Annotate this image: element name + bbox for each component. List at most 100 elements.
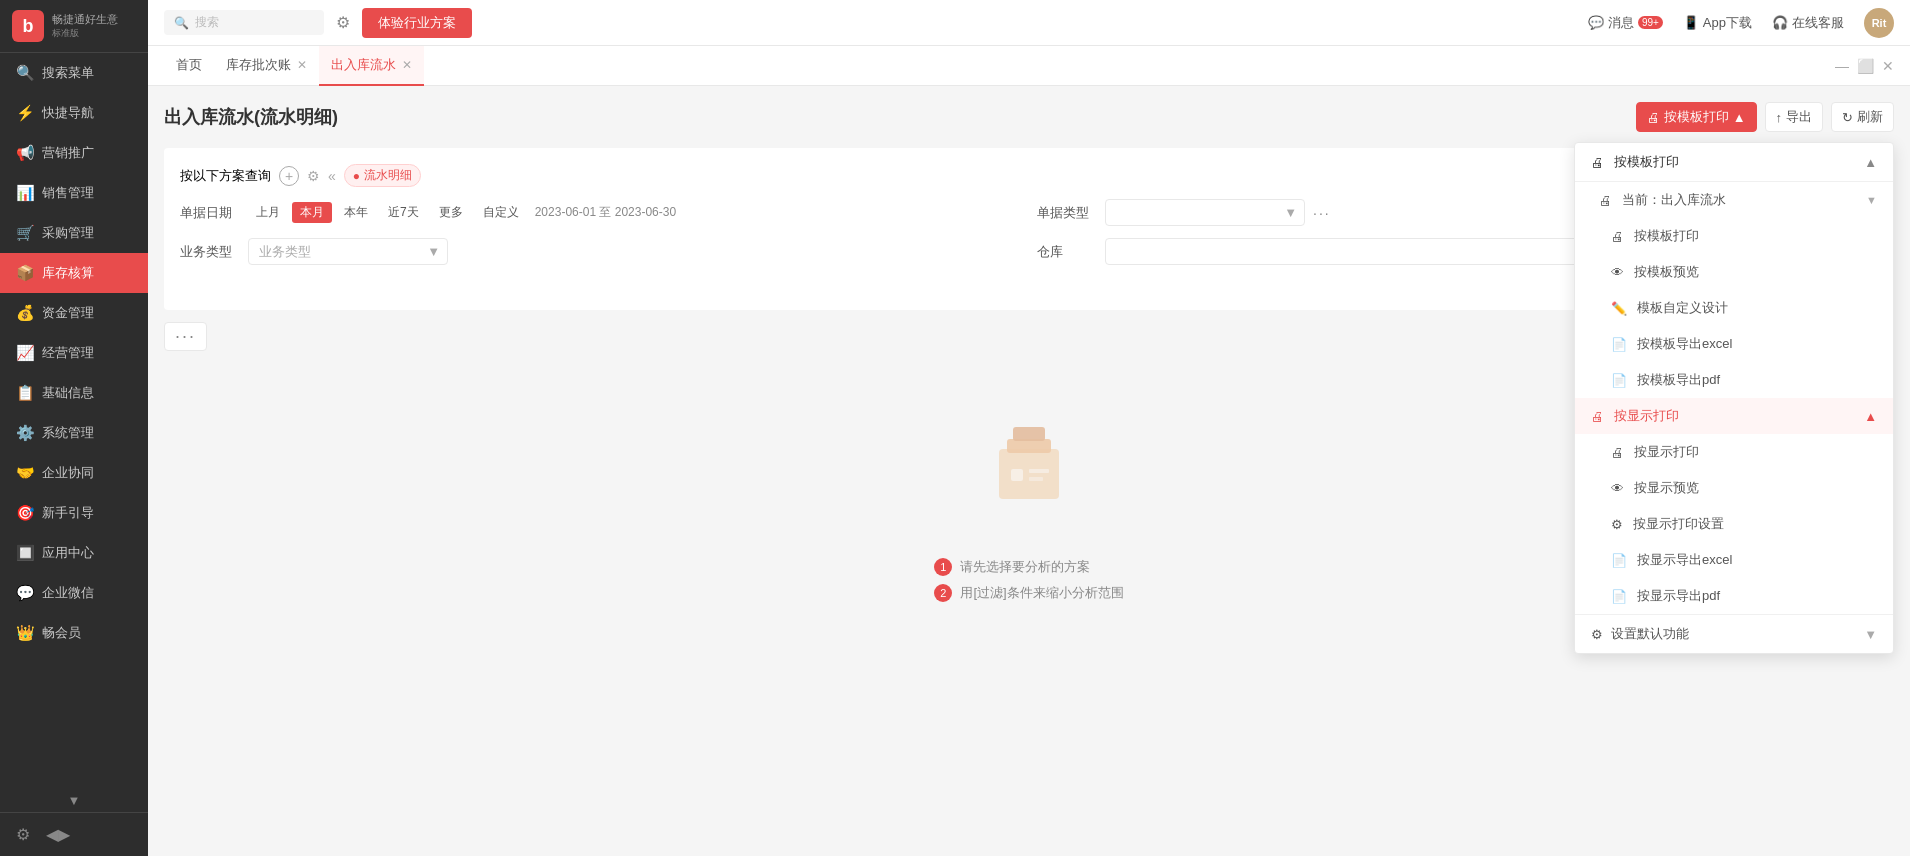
sidebar-item-guide[interactable]: 🎯 新手引导 bbox=[0, 493, 148, 533]
tab-stock-close[interactable]: ✕ bbox=[402, 58, 412, 72]
sales-icon: 📊 bbox=[16, 184, 34, 202]
headset-icon: 🎧 bbox=[1772, 15, 1788, 30]
tab-stock-flow[interactable]: 出入库流水 ✕ bbox=[319, 46, 424, 86]
sidebar-item-purchase[interactable]: 🛒 采购管理 bbox=[0, 213, 148, 253]
svg-rect-4 bbox=[1029, 469, 1049, 473]
dp-template-excel-icon: 📄 bbox=[1611, 337, 1627, 352]
tab-batch-account[interactable]: 库存批次账 ✕ bbox=[214, 46, 319, 86]
tab-window-controls: — ⬜ ✕ bbox=[1835, 58, 1894, 74]
filter-collapse-icon[interactable]: « bbox=[328, 168, 336, 184]
quick-nav-icon: ⚡ bbox=[16, 104, 34, 122]
sidebar-item-label: 基础信息 bbox=[42, 384, 94, 402]
logo-text-group: 畅捷通好生意 标准版 bbox=[52, 12, 118, 40]
wechat-icon: 💬 bbox=[16, 584, 34, 602]
sidebar-item-label: 应用中心 bbox=[42, 544, 94, 562]
sidebar-item-wechat[interactable]: 💬 企业微信 bbox=[0, 573, 148, 613]
empty-step-1: 1 请先选择要分析的方案 bbox=[934, 554, 1123, 580]
sidebar-item-app-center[interactable]: 🔲 应用中心 bbox=[0, 533, 148, 573]
sidebar-item-finance[interactable]: 💰 资金管理 bbox=[0, 293, 148, 333]
more-actions-dots[interactable]: ··· bbox=[164, 322, 207, 351]
filter-add-btn[interactable]: + bbox=[279, 166, 299, 186]
dp-display-excel[interactable]: 📄 按显示导出excel bbox=[1575, 542, 1893, 578]
dp-section-arrow: ▲ bbox=[1864, 409, 1877, 424]
date-pill-custom[interactable]: 自定义 bbox=[475, 202, 527, 223]
sidebar-item-sales[interactable]: 📊 销售管理 bbox=[0, 173, 148, 213]
date-pill-7days[interactable]: 近7天 bbox=[380, 202, 427, 223]
dp-arrow-up: ▲ bbox=[1864, 155, 1877, 170]
topbar-gear-icon[interactable]: ⚙ bbox=[336, 13, 350, 32]
sidebar-item-search[interactable]: 🔍 搜索菜单 bbox=[0, 53, 148, 93]
dp-footer[interactable]: ⚙ 设置默认功能 ▼ bbox=[1575, 614, 1893, 653]
date-pill-this-year[interactable]: 本年 bbox=[336, 202, 376, 223]
dp-template-pdf[interactable]: 📄 按模板导出pdf bbox=[1575, 362, 1893, 398]
tab-home[interactable]: 首页 bbox=[164, 46, 214, 86]
sidebar-item-label: 快捷导航 bbox=[42, 104, 94, 122]
date-pill-last-month[interactable]: 上月 bbox=[248, 202, 288, 223]
dp-template-preview-icon: 👁 bbox=[1611, 265, 1624, 280]
date-pill-this-month[interactable]: 本月 bbox=[292, 202, 332, 223]
topbar-search[interactable]: 🔍 搜索 bbox=[164, 10, 324, 35]
dp-display-excel-icon: 📄 bbox=[1611, 553, 1627, 568]
dp-template-print[interactable]: 🖨 按模板打印 bbox=[1575, 218, 1893, 254]
app-download-icon: 📱 bbox=[1683, 15, 1699, 30]
dp-current-icon: 🖨 bbox=[1599, 193, 1612, 208]
dp-display-preview[interactable]: 👁 按显示预览 bbox=[1575, 470, 1893, 506]
sidebar-item-cooperation[interactable]: 🤝 企业协同 bbox=[0, 453, 148, 493]
page-content: 出入库流水(流水明细) 🖨 按模板打印 ▲ ↑ 导出 ↻ 刷新 bbox=[148, 86, 1910, 856]
dp-template-preview[interactable]: 👁 按模板预览 bbox=[1575, 254, 1893, 290]
filter-settings-icon[interactable]: ⚙ bbox=[307, 168, 320, 184]
export-btn[interactable]: ↑ 导出 bbox=[1765, 102, 1824, 132]
date-pill-more[interactable]: 更多 bbox=[431, 202, 471, 223]
minimize-icon[interactable]: — bbox=[1835, 58, 1849, 74]
dp-display-pdf[interactable]: 📄 按显示导出pdf bbox=[1575, 578, 1893, 614]
step-1-text: 请先选择要分析的方案 bbox=[960, 554, 1090, 580]
dp-current-item[interactable]: 🖨 当前：出入库流水 ▼ bbox=[1575, 182, 1893, 218]
filter-biz-type-group: 业务类型 业务类型 ▼ bbox=[180, 238, 1021, 265]
dp-template-excel[interactable]: 📄 按模板导出excel bbox=[1575, 326, 1893, 362]
sidebar-item-quick-nav[interactable]: ⚡ 快捷导航 bbox=[0, 93, 148, 133]
settings-icon[interactable]: ⚙ bbox=[16, 825, 30, 844]
sidebar-item-label: 畅会员 bbox=[42, 624, 81, 642]
dp-display-settings[interactable]: ⚙ 按显示打印设置 bbox=[1575, 506, 1893, 542]
app-name: 畅捷通好生意 bbox=[52, 12, 118, 27]
date-pills: 上月 本月 本年 近7天 更多 自定义 2023-06-01 至 2023-06… bbox=[248, 202, 676, 223]
voucher-type-select[interactable] bbox=[1105, 199, 1305, 226]
step-2-num: 2 bbox=[934, 584, 952, 602]
trial-btn[interactable]: 体验行业方案 bbox=[362, 8, 472, 38]
sidebar-scroll-down[interactable]: ▼ bbox=[0, 789, 148, 812]
print-template-btn[interactable]: 🖨 按模板打印 ▲ bbox=[1636, 102, 1757, 132]
dp-section-display[interactable]: 🖨 按显示打印 ▲ bbox=[1575, 398, 1893, 434]
dp-display-print[interactable]: 🖨 按显示打印 bbox=[1575, 434, 1893, 470]
svg-rect-3 bbox=[1011, 469, 1023, 481]
topbar: 🔍 搜索 ⚙ 体验行业方案 💬 消息 99+ 📱 App下载 🎧 在线客服 Ri… bbox=[148, 0, 1910, 46]
refresh-btn[interactable]: ↻ 刷新 bbox=[1831, 102, 1894, 132]
biz-type-select[interactable]: 业务类型 bbox=[248, 238, 448, 265]
sidebar-item-member[interactable]: 👑 畅会员 bbox=[0, 613, 148, 653]
sidebar-item-system[interactable]: ⚙️ 系统管理 bbox=[0, 413, 148, 453]
voucher-type-label: 单据类型 bbox=[1037, 204, 1097, 222]
close-icon[interactable]: ✕ bbox=[1882, 58, 1894, 74]
message-btn[interactable]: 💬 消息 99+ bbox=[1588, 14, 1663, 32]
warehouse-label: 仓库 bbox=[1037, 243, 1097, 261]
app-download-btn[interactable]: 📱 App下载 bbox=[1683, 14, 1752, 32]
marketing-icon: 📢 bbox=[16, 144, 34, 162]
dp-footer-arrow: ▼ bbox=[1864, 627, 1877, 642]
sidebar-item-inventory[interactable]: 📦 库存核算 bbox=[0, 253, 148, 293]
sidebar-item-marketing[interactable]: 📢 营销推广 bbox=[0, 133, 148, 173]
refresh-icon: ↻ bbox=[1842, 110, 1853, 125]
sidebar-item-label: 企业协同 bbox=[42, 464, 94, 482]
maximize-icon[interactable]: ⬜ bbox=[1857, 58, 1874, 74]
sidebar-item-basic-info[interactable]: 📋 基础信息 bbox=[0, 373, 148, 413]
dp-template-custom[interactable]: ✏️ 模板自定义设计 bbox=[1575, 290, 1893, 326]
message-badge: 99+ bbox=[1638, 16, 1663, 29]
basic-info-icon: 📋 bbox=[16, 384, 34, 402]
dp-section-label: 🖨 按显示打印 bbox=[1591, 407, 1679, 425]
user-avatar[interactable]: Rit bbox=[1864, 8, 1894, 38]
tab-batch-close[interactable]: ✕ bbox=[297, 58, 307, 72]
collapse-sidebar-icon[interactable]: ◀▶ bbox=[46, 825, 70, 844]
filter-date-group: 单据日期 上月 本月 本年 近7天 更多 自定义 2023-06-01 至 20… bbox=[180, 202, 1021, 223]
voucher-type-more[interactable]: ··· bbox=[1313, 205, 1331, 221]
sidebar-item-operations[interactable]: 📈 经营管理 bbox=[0, 333, 148, 373]
online-service-btn[interactable]: 🎧 在线客服 bbox=[1772, 14, 1844, 32]
search-text: 搜索 bbox=[195, 14, 219, 31]
